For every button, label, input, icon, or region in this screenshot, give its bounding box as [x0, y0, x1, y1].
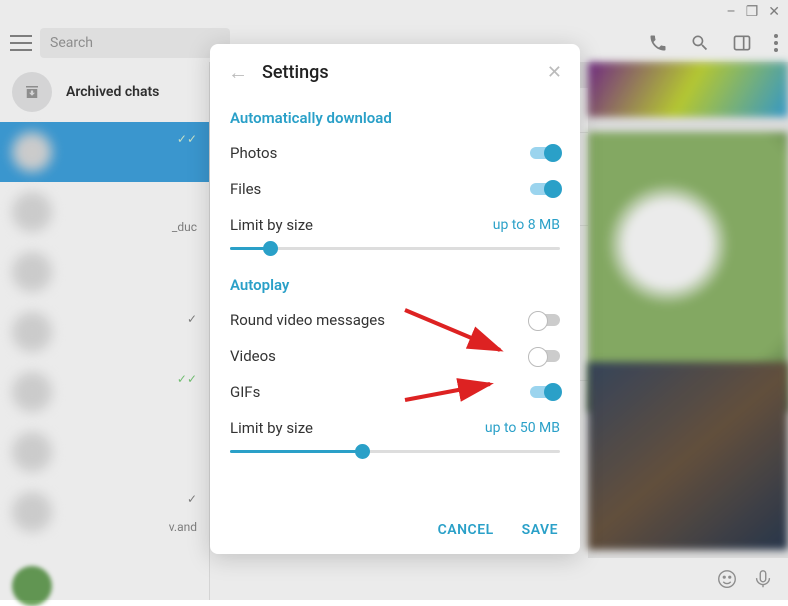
- modal-header: ← Settings ✕: [210, 44, 580, 93]
- back-icon[interactable]: ←: [228, 60, 248, 85]
- modal-title: Settings: [262, 62, 533, 83]
- cancel-button[interactable]: CANCEL: [438, 522, 494, 538]
- autoplay-videos-row: Videos: [230, 338, 560, 374]
- auto-download-files-row: Files: [230, 171, 560, 207]
- autoplay-gifs-row: GIFs: [230, 374, 560, 410]
- videos-toggle[interactable]: [530, 350, 560, 362]
- limit-label: Limit by size: [230, 419, 313, 437]
- autoplay-round-video-row: Round video messages: [230, 302, 560, 338]
- round-video-toggle[interactable]: [530, 314, 560, 326]
- section-title-auto-download: Automatically download: [230, 97, 560, 135]
- auto-download-limit-row: Limit by size up to 8 MB: [230, 207, 560, 243]
- limit-label: Limit by size: [230, 216, 313, 234]
- photos-label: Photos: [230, 144, 277, 162]
- save-button[interactable]: SAVE: [522, 522, 558, 538]
- autoplay-size-slider[interactable]: [230, 450, 560, 453]
- limit-value: up to 50 MB: [485, 420, 560, 436]
- limit-value: up to 8 MB: [493, 217, 560, 233]
- download-size-slider[interactable]: [230, 247, 560, 250]
- settings-modal: ← Settings ✕ Automatically download Phot…: [210, 44, 580, 554]
- section-title-autoplay: Autoplay: [230, 264, 560, 302]
- gifs-label: GIFs: [230, 383, 260, 401]
- round-video-label: Round video messages: [230, 311, 385, 329]
- modal-body: Automatically download Photos Files Limi…: [210, 93, 580, 508]
- videos-label: Videos: [230, 347, 276, 365]
- close-icon[interactable]: ✕: [547, 62, 562, 83]
- auto-download-photos-row: Photos: [230, 135, 560, 171]
- gifs-toggle[interactable]: [530, 386, 560, 398]
- modal-footer: CANCEL SAVE: [210, 508, 580, 554]
- files-toggle[interactable]: [530, 183, 560, 195]
- photos-toggle[interactable]: [530, 147, 560, 159]
- autoplay-limit-row: Limit by size up to 50 MB: [230, 410, 560, 446]
- files-label: Files: [230, 180, 261, 198]
